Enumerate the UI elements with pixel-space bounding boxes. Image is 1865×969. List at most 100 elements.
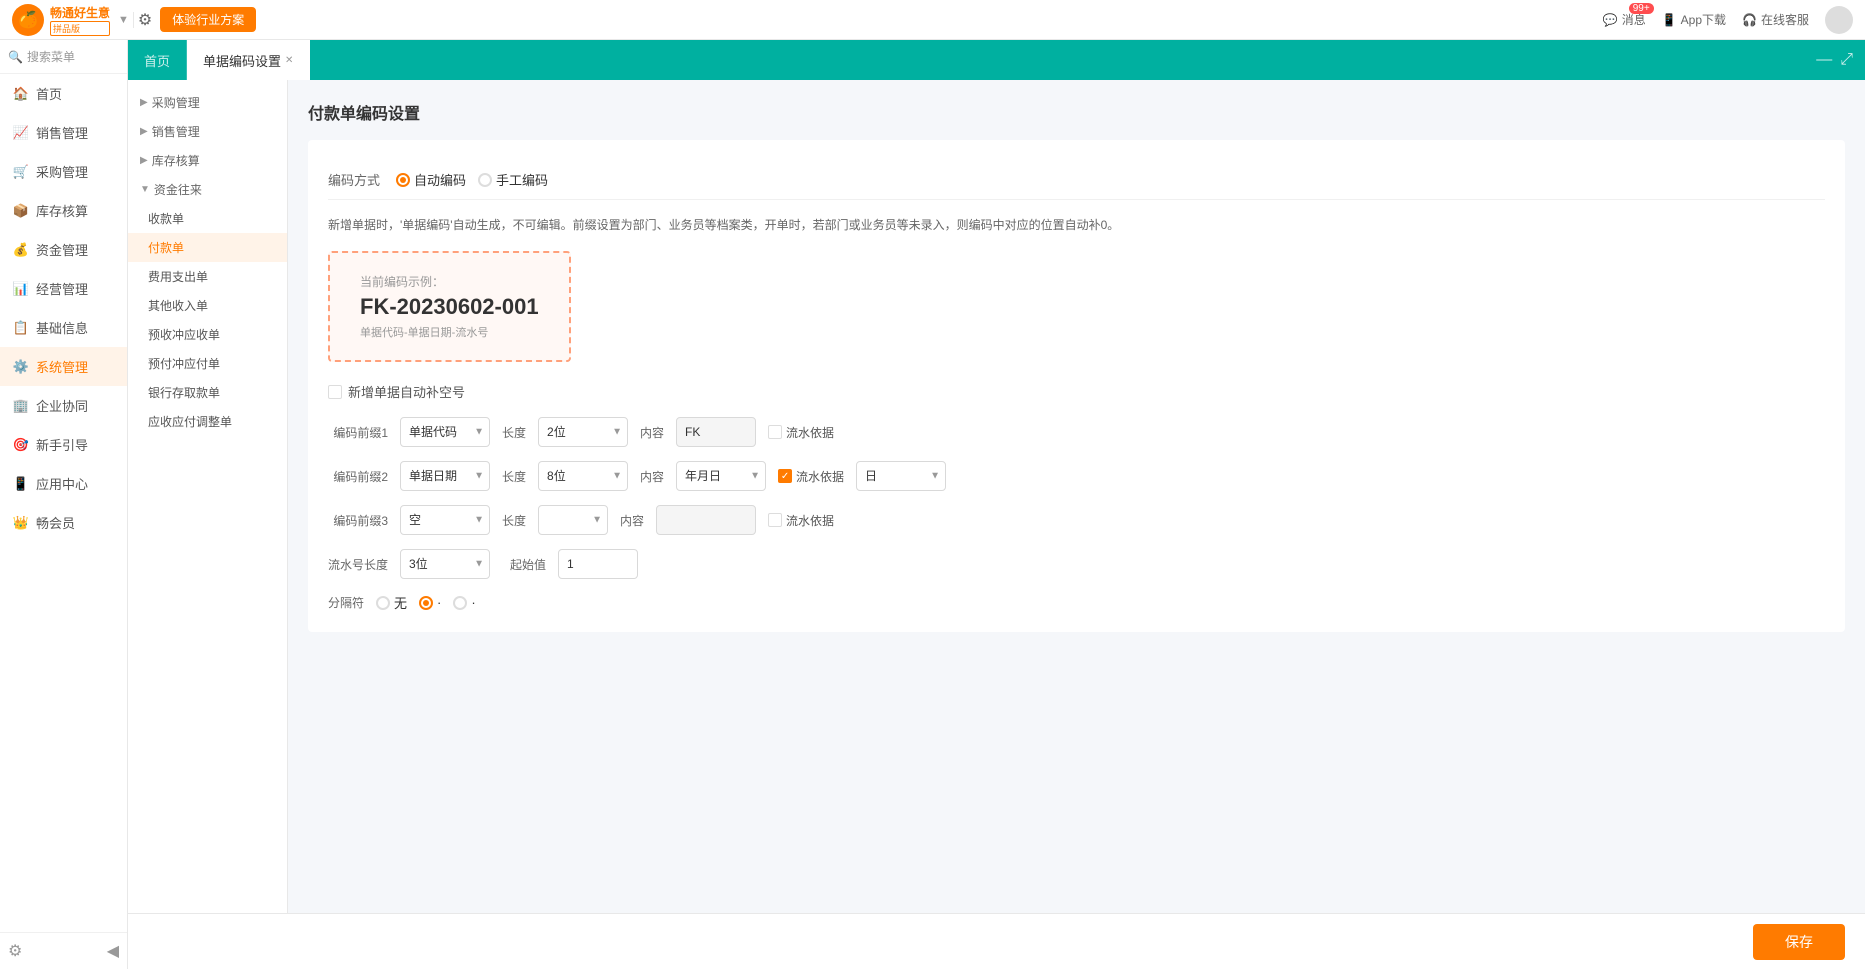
sidebar-item-home[interactable]: 🏠 首页 (0, 74, 127, 113)
sidebar-item-label: 库存核算 (36, 201, 88, 220)
serial1-checkbox-row[interactable]: 流水依据 (768, 424, 834, 441)
serial-length-select-wrapper[interactable]: 3位 ▼ (400, 549, 490, 579)
collapse-button[interactable]: ◀ (107, 941, 119, 961)
length2-select[interactable]: 8位 (538, 461, 628, 491)
radio-manual[interactable]: 手工编码 (478, 170, 548, 189)
start-value-input[interactable] (558, 549, 638, 579)
content2-select-wrapper[interactable]: 年月日 ▼ (676, 461, 766, 491)
menu-group-inventory-title[interactable]: ▶ 库存核算 (128, 146, 287, 175)
tab-home[interactable]: 首页 (128, 40, 187, 80)
app-download-button[interactable]: 📱 App下载 (1662, 11, 1726, 28)
tab-maximize-button[interactable]: ⤢ (1840, 51, 1853, 69)
sidebar-search[interactable]: 🔍 搜索菜单 (0, 40, 127, 74)
prefix2-select-wrapper[interactable]: 单据日期 ▼ (400, 461, 490, 491)
auto-fill-row[interactable]: 新增单据自动补空号 (328, 382, 1825, 401)
app-logo: 🍊 畅通好生意 拼品版 (12, 4, 110, 36)
serial-unit-wrapper[interactable]: 日 ▼ (856, 461, 946, 491)
enterprise-icon: 🏢 (12, 397, 30, 415)
menu-group-fund-title[interactable]: ▼ 资金往来 (128, 175, 287, 204)
right-side: 首页 单据编码设置 ✕ — ⤢ ▶ 采购管理 (128, 40, 1865, 969)
length2-select-wrapper[interactable]: 8位 ▼ (538, 461, 628, 491)
menu-item-advance-receipt[interactable]: 预收冲应收单 (128, 320, 287, 349)
tab-close-icon[interactable]: ✕ (285, 55, 293, 66)
search-menu-button[interactable]: 🔍 搜索菜单 (8, 48, 119, 65)
length1-select-wrapper[interactable]: 2位 ▼ (538, 417, 628, 447)
serial2-checkbox[interactable]: ✓ (778, 469, 792, 483)
tab-minimize-button[interactable]: — (1816, 51, 1832, 69)
message-button[interactable]: 💬 消息 99+ (1603, 11, 1646, 28)
auto-fill-label: 新增单据自动补空号 (348, 382, 465, 401)
sidebar-item-inventory[interactable]: 📦 库存核算 (0, 191, 127, 230)
sep-none-radio[interactable]: 无 (376, 593, 407, 612)
user-avatar[interactable] (1825, 6, 1853, 34)
length3-label: 长度 (502, 512, 526, 529)
prefix3-select-wrapper[interactable]: 空 ▼ (400, 505, 490, 535)
app-center-icon: 📱 (12, 475, 30, 493)
serial1-checkbox[interactable] (768, 425, 782, 439)
serial-unit-select[interactable]: 日 (856, 461, 946, 491)
menu-item-receipt[interactable]: 收款单 (128, 204, 287, 233)
preview-box: 当前编码示例： FK-20230602-001 单据代码-单据日期-流水号 (328, 251, 571, 362)
serial3-checkbox[interactable] (768, 513, 782, 527)
sidebar-item-member[interactable]: 👑 畅会员 (0, 503, 127, 542)
experience-button[interactable]: 体验行业方案 (160, 7, 256, 32)
separator-radio-group: 无 · · (376, 593, 476, 612)
settings-bottom-button[interactable]: ⚙ (8, 941, 22, 961)
online-service-button[interactable]: 🎧 在线客服 (1742, 11, 1809, 28)
settings-card: 编码方式 自动编码 手工编码 (308, 140, 1845, 632)
tab-encoding[interactable]: 单据编码设置 ✕ (187, 40, 310, 80)
serial3-checkbox-row[interactable]: 流水依据 (768, 512, 834, 529)
auto-fill-checkbox[interactable] (328, 385, 342, 399)
length3-select[interactable] (538, 505, 608, 535)
sidebar-item-label: 经营管理 (36, 279, 88, 298)
settings-icon[interactable]: ⚙ (138, 10, 152, 30)
prefix3-select[interactable]: 空 (400, 505, 490, 535)
sidebar-item-purchase[interactable]: 🛒 采购管理 (0, 152, 127, 191)
sidebar-item-finance[interactable]: 💰 资金管理 (0, 230, 127, 269)
sidebar-item-label: 基础信息 (36, 318, 88, 337)
menu-group-sales-title[interactable]: ▶ 销售管理 (128, 117, 287, 146)
sales-icon: 📈 (12, 124, 30, 142)
sidebar-item-label: 首页 (36, 84, 62, 103)
content2-select[interactable]: 年月日 (676, 461, 766, 491)
sidebar-item-operation[interactable]: 📊 经营管理 (0, 269, 127, 308)
menu-item-expense[interactable]: 费用支出单 (128, 262, 287, 291)
prefix-row-1: 编码前缀1 单据代码 ▼ 长度 2位 ▼ (328, 417, 1825, 447)
system-icon: ⚙️ (12, 358, 30, 376)
sep-dot-radio[interactable]: · (419, 595, 441, 610)
top-bar-nav[interactable]: ▼ ⚙ (118, 10, 152, 30)
top-bar: 🍊 畅通好生意 拼品版 ▼ ⚙ 体验行业方案 💬 消息 99+ 📱 App下载 … (0, 0, 1865, 40)
sidebar-item-sales[interactable]: 📈 销售管理 (0, 113, 127, 152)
arrow-icon: ▼ (140, 184, 150, 195)
serial-length-row: 流水号长度 3位 ▼ 起始值 (328, 549, 1825, 579)
prefix2-select[interactable]: 单据日期 (400, 461, 490, 491)
radio-auto[interactable]: 自动编码 (396, 170, 466, 189)
finance-icon: 💰 (12, 241, 30, 259)
prefix1-select-wrapper[interactable]: 单据代码 ▼ (400, 417, 490, 447)
prefix1-select[interactable]: 单据代码 (400, 417, 490, 447)
menu-item-payment[interactable]: 付款单 (128, 233, 287, 262)
content1-value: FK (676, 417, 756, 447)
sidebar-item-enterprise[interactable]: 🏢 企业协同 (0, 386, 127, 425)
sidebar-item-guide[interactable]: 🎯 新手引导 (0, 425, 127, 464)
length1-select[interactable]: 2位 (538, 417, 628, 447)
menu-item-advance-payment[interactable]: 预付冲应付单 (128, 349, 287, 378)
sidebar-item-basic[interactable]: 📋 基础信息 (0, 308, 127, 347)
length1-label: 长度 (502, 424, 526, 441)
menu-group-purchase-title[interactable]: ▶ 采购管理 (128, 88, 287, 117)
nav-dropdown[interactable]: ▼ (118, 14, 129, 26)
sidebar: 🔍 搜索菜单 🏠 首页 📈 销售管理 🛒 采购管理 📦 库存核算 💰 资金管理 … (0, 40, 128, 969)
sidebar-item-system[interactable]: ⚙️ 系统管理 (0, 347, 127, 386)
info-text: 新增单据时，'单据编码'自动生成，不可编辑。前缀设置为部门、业务员等档案类，开单… (328, 216, 1825, 235)
save-button[interactable]: 保存 (1753, 924, 1845, 960)
encoding-method-label: 编码方式 (328, 170, 380, 189)
serial-length-select[interactable]: 3位 (400, 549, 490, 579)
length3-select-wrapper[interactable]: ▼ (538, 505, 608, 535)
serial2-checkbox-row[interactable]: ✓ 流水依据 (778, 468, 844, 485)
content-area: ▶ 采购管理 ▶ 销售管理 ▶ 库存核算 (128, 80, 1865, 913)
sep-dot2-radio[interactable]: · (453, 595, 475, 610)
menu-item-adjustment[interactable]: 应收应付调整单 (128, 407, 287, 436)
menu-item-income[interactable]: 其他收入单 (128, 291, 287, 320)
sidebar-item-app-center[interactable]: 📱 应用中心 (0, 464, 127, 503)
menu-item-bank[interactable]: 银行存取款单 (128, 378, 287, 407)
